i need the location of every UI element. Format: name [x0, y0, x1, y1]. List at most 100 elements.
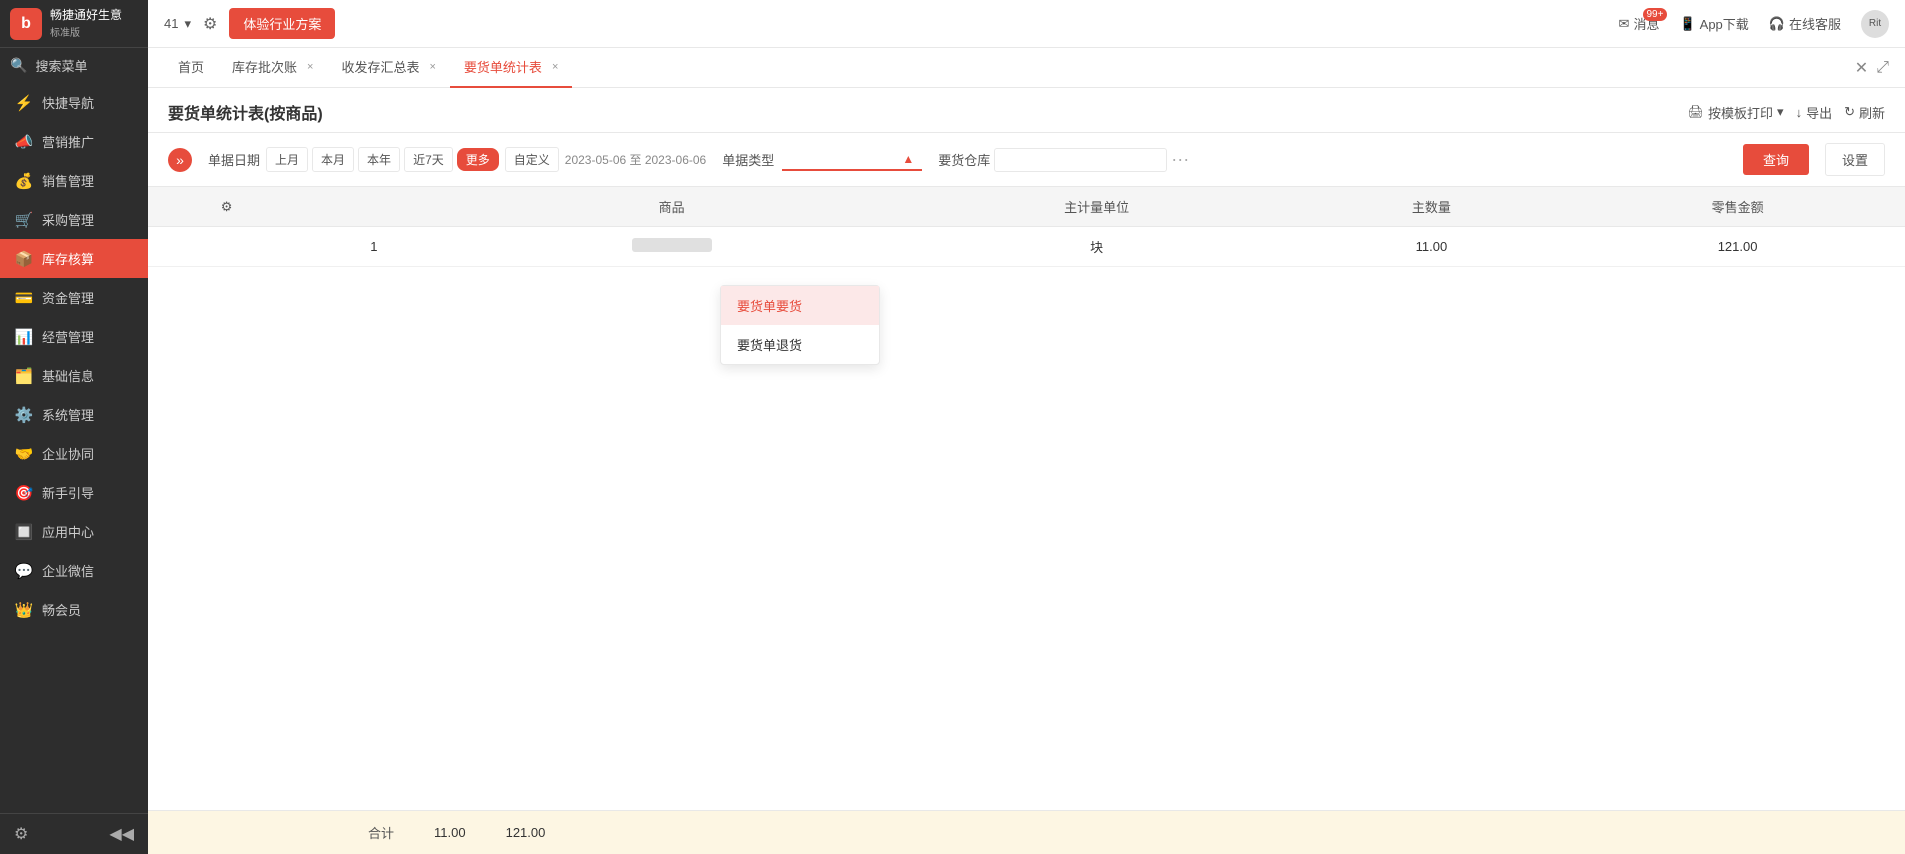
col-settings[interactable]: ⚙ [148, 187, 305, 227]
refresh-icon: ↻ [1844, 104, 1855, 120]
store-number: 41 [164, 16, 178, 31]
row-unit-cell: 块 [901, 227, 1293, 267]
system-icon: ⚙️ [14, 406, 34, 424]
tab-home[interactable]: 首页 [164, 48, 218, 88]
messages-btn[interactable]: ✉ 消息 99+ [1619, 14, 1660, 33]
footer-retail-amount: 121.00 [506, 825, 546, 840]
operation-icon: 📊 [14, 328, 34, 346]
app-logo: b 畅捷通好生意 标准版 [0, 0, 148, 48]
app-name: 畅捷通好生意 [50, 8, 122, 24]
sidebar-item-operation[interactable]: 📊 经营管理 [0, 317, 148, 356]
sidebar-item-quick-nav[interactable]: ⚡ 快捷导航 [0, 83, 148, 122]
sidebar-item-inventory[interactable]: 📦 库存核算 [0, 239, 148, 278]
tab-home-label: 首页 [178, 57, 204, 76]
printer-icon: 🖨 [1688, 104, 1705, 120]
filter-more-icon[interactable]: ··· [1171, 149, 1189, 170]
sidebar-item-guide[interactable]: 🎯 新手引导 [0, 473, 148, 512]
this-year-btn[interactable]: 本年 [358, 147, 400, 172]
date-range-text: 2023-05-06 至 2023-06-06 [565, 151, 706, 168]
table-header-row: ⚙ 商品 主计量单位 主数量 零售金额 [148, 187, 1905, 227]
sidebar-item-label: 销售管理 [42, 171, 94, 190]
print-template-label: 按模板打印 [1708, 103, 1773, 122]
export-icon: ↓ [1796, 105, 1803, 120]
custom-date-btn[interactable]: 自定义 [505, 147, 559, 172]
logo-icon: b [10, 8, 42, 40]
print-template-btn[interactable]: 🖨 按模板打印 ▾ [1688, 103, 1784, 122]
sidebar-item-label: 营销推广 [42, 132, 94, 151]
topbar-gear-icon[interactable]: ⚙ [203, 14, 217, 34]
order-type-select[interactable]: ▲ [782, 149, 922, 171]
sidebar-item-wechat[interactable]: 💬 企业微信 [0, 551, 148, 590]
message-badge: 99+ [1643, 8, 1668, 21]
tabs-close-all-icon[interactable]: ✕ [1855, 58, 1868, 78]
trial-btn[interactable]: 体验行业方案 [229, 8, 335, 39]
table-container: ⚙ 商品 主计量单位 主数量 零售金额 1 [148, 187, 1905, 810]
page-header: 要货单统计表(按商品) 🖨 按模板打印 ▾ ↓ 导出 ↻ 刷新 [148, 88, 1905, 133]
dropdown-item-requisition-order[interactable]: 要货单要货 [721, 286, 879, 325]
tab-inventory-batch[interactable]: 库存批次账 × [218, 48, 327, 88]
sidebar-item-system[interactable]: ⚙️ 系统管理 [0, 395, 148, 434]
col-retail-amount: 零售金额 [1570, 187, 1905, 227]
dropdown-item-requisition-return[interactable]: 要货单退货 [721, 325, 879, 364]
sidebar-item-sales[interactable]: 💰 销售管理 [0, 161, 148, 200]
sidebar-item-base[interactable]: 🗂️ 基础信息 [0, 356, 148, 395]
filter-bar: » 单据日期 上月 本月 本年 近7天 更多 自定义 2023-05-06 至 … [148, 133, 1905, 187]
sidebar-bottom: ⚙ ◀◀ [0, 813, 148, 854]
settings-btn[interactable]: 设置 [1825, 143, 1885, 176]
collapse-sidebar-icon[interactable]: ◀◀ [109, 824, 134, 844]
tabs-right: ✕ ⤢ [1855, 58, 1889, 78]
sidebar-item-cooperation[interactable]: 🤝 企业协同 [0, 434, 148, 473]
topbar-left: 41 ▾ ⚙ 体验行业方案 [164, 8, 335, 39]
table-settings-icon[interactable]: ⚙ [221, 199, 233, 214]
refresh-label: 刷新 [1859, 103, 1885, 122]
sidebar-item-label: 库存核算 [42, 249, 94, 268]
tab-order-summary-close[interactable]: × [552, 61, 558, 73]
row-no-cell: 1 [305, 227, 443, 267]
sidebar-item-member[interactable]: 👑 畅会员 [0, 590, 148, 629]
tab-recv-summary-label: 收发存汇总表 [341, 57, 419, 76]
base-icon: 🗂️ [14, 367, 34, 385]
search-menu[interactable]: 🔍 搜索菜单 [0, 48, 148, 83]
tab-recv-summary[interactable]: 收发存汇总表 × [327, 48, 449, 88]
warehouse-label: 要货仓库 [938, 150, 990, 169]
user-avatar-btn[interactable]: Rit [1861, 10, 1889, 38]
store-selector[interactable]: 41 ▾ [164, 16, 191, 32]
topbar: 41 ▾ ⚙ 体验行业方案 ✉ 消息 99+ 📱 App下载 🎧 在线客服 [148, 0, 1905, 48]
settings-icon[interactable]: ⚙ [14, 824, 28, 844]
sidebar-item-appstore[interactable]: 🔲 应用中心 [0, 512, 148, 551]
sidebar-item-label: 采购管理 [42, 210, 94, 229]
sidebar-item-purchase[interactable]: 🛒 采购管理 [0, 200, 148, 239]
date-quick-btns: 上月 本月 本年 近7天 更多 [266, 147, 499, 172]
col-main-qty: 主数量 [1293, 187, 1571, 227]
last-month-btn[interactable]: 上月 [266, 147, 308, 172]
sidebar-item-label: 应用中心 [42, 522, 94, 541]
sidebar-item-finance[interactable]: 💳 资金管理 [0, 278, 148, 317]
sidebar-item-label: 企业协同 [42, 444, 94, 463]
query-btn[interactable]: 查询 [1743, 144, 1809, 175]
date-filter-group: 单据日期 上月 本月 本年 近7天 更多 自定义 2023-05-06 至 20… [208, 147, 706, 172]
export-btn[interactable]: ↓ 导出 [1796, 103, 1833, 122]
cooperation-icon: 🤝 [14, 445, 34, 463]
table-footer: 合计 11.00 121.00 [148, 810, 1905, 854]
tabs-expand-icon[interactable]: ⤢ [1876, 59, 1889, 77]
online-service-label: 在线客服 [1789, 14, 1841, 33]
last-7-days-btn[interactable]: 近7天 [404, 147, 453, 172]
warehouse-input[interactable] [994, 148, 1167, 172]
tab-order-summary[interactable]: 要货单统计表 × [450, 48, 572, 88]
order-type-label: 单据类型 [722, 150, 774, 169]
tab-recv-summary-close[interactable]: × [429, 61, 435, 73]
row-goods-cell [443, 227, 901, 267]
app-download-btn[interactable]: 📱 App下载 [1679, 14, 1748, 33]
filter-expand-btn[interactable]: » [168, 148, 192, 172]
sidebar-item-marketing[interactable]: 📣 营销推广 [0, 122, 148, 161]
this-month-btn[interactable]: 本月 [312, 147, 354, 172]
tab-inventory-batch-close[interactable]: × [307, 61, 313, 73]
finance-icon: 💳 [14, 289, 34, 307]
online-service-btn[interactable]: 🎧 在线客服 [1769, 14, 1841, 33]
more-dates-btn[interactable]: 更多 [457, 148, 499, 171]
refresh-btn[interactable]: ↻ 刷新 [1844, 103, 1885, 122]
order-type-dropdown: 要货单要货 要货单退货 [720, 285, 880, 365]
sidebar: b 畅捷通好生意 标准版 🔍 搜索菜单 ⚡ 快捷导航 📣 营销推广 💰 销售管理… [0, 0, 148, 854]
sidebar-item-label: 经营管理 [42, 327, 94, 346]
tab-order-summary-label: 要货单统计表 [464, 57, 542, 76]
